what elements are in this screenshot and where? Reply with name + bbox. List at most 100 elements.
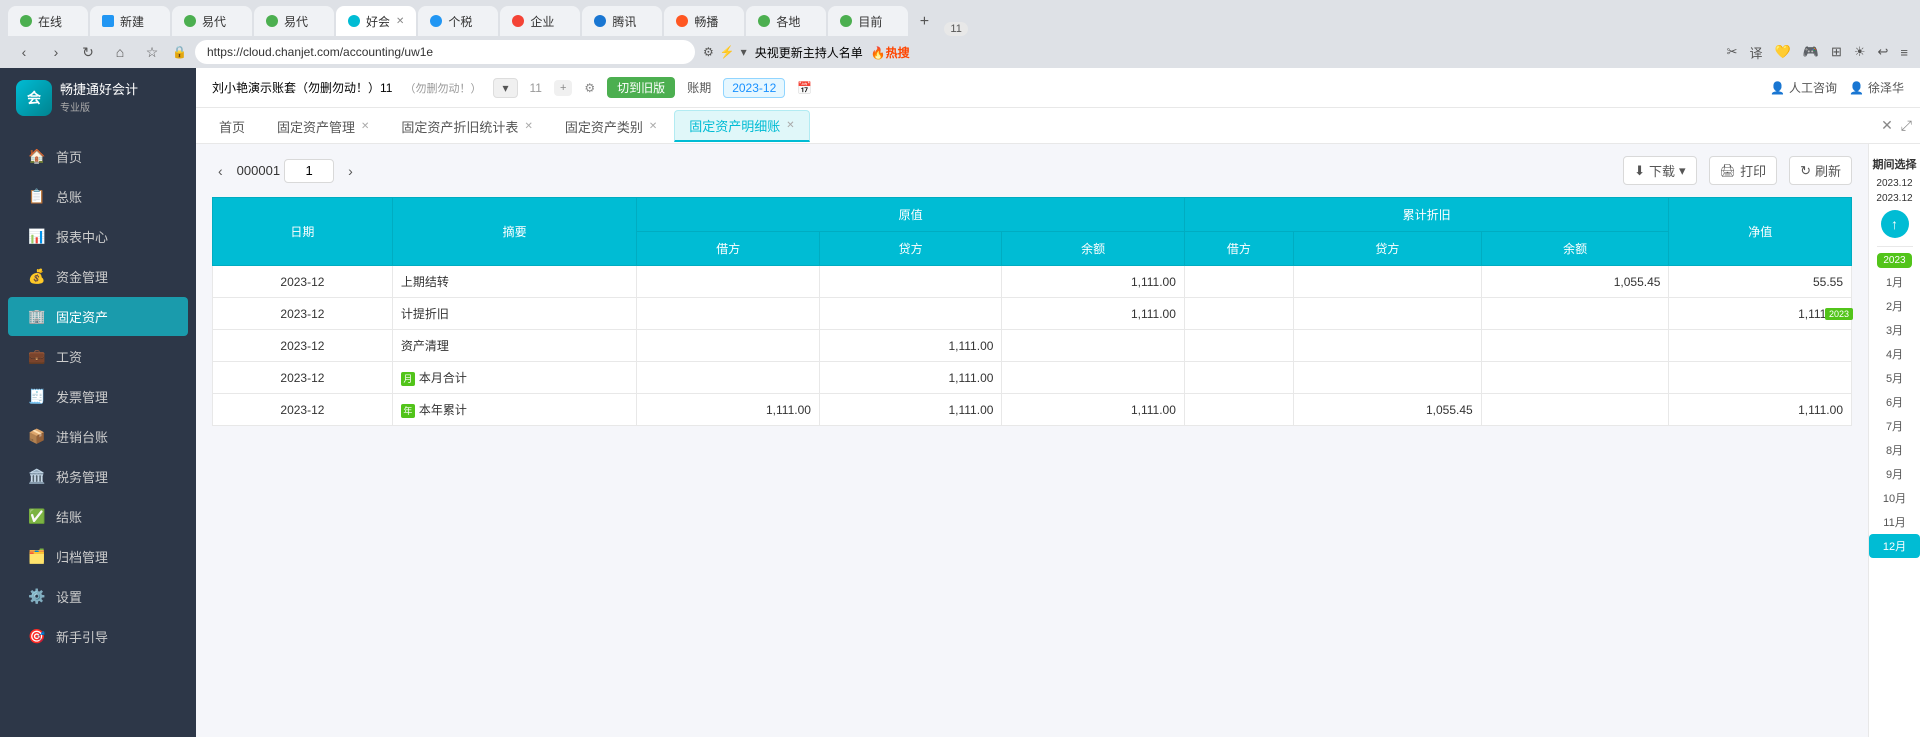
tab-fixed-category[interactable]: 固定资产类别 ✕ [550,110,672,142]
refresh-btn[interactable]: ↻ 刷新 [1789,156,1852,185]
download-btn[interactable]: ⬇ 下载 ▾ [1623,156,1696,185]
add-account-btn[interactable]: + [554,80,572,96]
browser-tab-changbo[interactable]: 畅播 [664,6,744,36]
period-end-date: 2023.12 [1874,191,1914,206]
grid-icon[interactable]: ⊞ [1831,44,1842,60]
table-row: 2023-12 资产清理 1,111.00 [213,330,1852,362]
top-bar: 刘小艳演示账套（勿删勿动！）11 （勿删勿动！） ▾ 11 + ⚙ 切到旧版 账… [196,68,1920,108]
undo-icon[interactable]: ↩ [1878,44,1889,60]
close-panel-icon[interactable]: ✕ [1881,117,1893,134]
period-month-2[interactable]: 2月 [1869,294,1920,318]
period-month-7[interactable]: 7月 [1869,414,1920,438]
game-icon[interactable]: 🎮 [1803,44,1819,60]
browser-tab-yidai2[interactable]: 易代 [254,6,334,36]
tab-fixed-mgmt[interactable]: 固定资产管理 ✕ [262,110,384,142]
cell-accum-balance [1481,362,1669,394]
browser-tab-qiye[interactable]: 企业 [500,6,580,36]
browser-tab-close-haohui[interactable]: ✕ [396,16,404,27]
ledger-icon: 📋 [28,188,46,206]
settings-small-icon[interactable]: ⚙ [584,81,595,95]
tab-fixed-detail[interactable]: 固定资产明细账 ✕ [674,110,809,142]
hot-search-label[interactable]: 🔥热搜 [871,44,910,61]
cell-orig-debit [637,362,819,394]
browser-tab-online[interactable]: 在线 [8,6,88,36]
translate-icon[interactable]: 译 [1750,43,1763,62]
page-num-input[interactable] [284,159,334,183]
calendar-icon[interactable]: 📅 [797,81,812,95]
report-icon: 📊 [28,228,46,246]
period-month-5[interactable]: 5月 [1869,366,1920,390]
period-month-9[interactable]: 9月 [1869,462,1920,486]
sidebar-item-settings[interactable]: ⚙️ 设置 [8,577,188,616]
forward-button[interactable]: › [44,40,68,64]
account-number-badge: 11 [530,81,542,95]
stock-icon: 📦 [28,428,46,446]
th-accumulated-depreciation: 累计折旧 [1184,198,1669,232]
payroll-icon: 💼 [28,348,46,366]
tab-fixed-depr-stat[interactable]: 固定资产折旧统计表 ✕ [386,110,547,142]
account-dropdown-btn[interactable]: ▾ [493,78,517,98]
sidebar-item-invoice[interactable]: 🧾 发票管理 [8,377,188,416]
sidebar-item-guide[interactable]: 🎯 新手引导 [8,617,188,656]
sidebar-item-home[interactable]: 🏠 首页 [8,137,188,176]
tab-fixed-detail-close[interactable]: ✕ [786,120,794,131]
browser-tab-haohui[interactable]: 好会 ✕ [336,6,416,36]
period-month-11[interactable]: 11月 [1869,510,1920,534]
browser-tab-tencent[interactable]: 腾讯 [582,6,662,36]
print-btn[interactable]: 🖨 打印 [1709,156,1778,185]
menu-icon[interactable]: ≡ [1900,45,1908,60]
tab-home[interactable]: 首页 [204,110,260,142]
browser-tab-geshui[interactable]: 个税 [418,6,498,36]
back-button[interactable]: ‹ [12,40,36,64]
user-button[interactable]: 👤 徐泽华 [1849,79,1904,96]
download-label: 下载 [1649,161,1675,180]
sidebar-item-archive[interactable]: 🗂️ 归档管理 [8,537,188,576]
scissors-icon[interactable]: ✂ [1727,44,1738,60]
reload-button[interactable]: ↻ [76,40,100,64]
wallet-icon[interactable]: 💛 [1775,44,1791,60]
expand-collapse-btns[interactable]: ✕ ⤢ [1881,117,1912,134]
browser-tab-new[interactable]: 新建 [90,6,170,36]
browser-tab-new-btn[interactable]: + [910,8,938,36]
period-month-12[interactable]: 12月 [1869,534,1920,558]
sidebar-item-stock-label: 进销台账 [56,427,108,446]
brightness-icon[interactable]: ☀ [1854,44,1866,60]
tab-fixed-category-close[interactable]: ✕ [649,121,657,132]
tab-fixed-category-label: 固定资产类别 [565,117,643,136]
sidebar-item-fixed[interactable]: 🏢 固定资产 [8,297,188,336]
browser-tab-yidai1[interactable]: 易代 [172,6,252,36]
period-value-badge[interactable]: 2023-12 [723,78,785,98]
sidebar-item-settings-label: 设置 [56,587,82,606]
sidebar-item-fund[interactable]: 💰 资金管理 [8,257,188,296]
home-button[interactable]: ⌂ [108,40,132,64]
sidebar-item-ledger[interactable]: 📋 总账 [8,177,188,216]
sidebar-item-tax[interactable]: 🏛️ 税务管理 [8,457,188,496]
expand-icon[interactable]: ⤢ [1901,117,1912,134]
main-panel: ‹ 000001 › ⬇ 下载 ▾ [196,144,1868,737]
prev-page-btn[interactable]: ‹ [212,161,229,181]
sidebar-item-stock[interactable]: 📦 进销台账 [8,417,188,456]
period-month-6[interactable]: 6月 [1869,390,1920,414]
switch-version-btn[interactable]: 切到旧版 [607,77,675,98]
tab-fixed-mgmt-close[interactable]: ✕ [361,121,369,132]
browser-extensions: ⚙⚡▾ [703,45,747,59]
period-month-8[interactable]: 8月 [1869,438,1920,462]
year-2023-badge[interactable]: 2023 [1877,253,1911,268]
tab-fixed-depr-stat-close[interactable]: ✕ [524,121,532,132]
period-month-10[interactable]: 10月 [1869,486,1920,510]
refresh-label: 刷新 [1815,161,1841,180]
browser-tab-gedi[interactable]: 各地 [746,6,826,36]
period-up-button[interactable]: ↑ [1881,210,1909,238]
service-button[interactable]: 👤 人工咨询 [1770,79,1837,96]
sidebar-item-settle[interactable]: ✅ 结账 [8,497,188,536]
next-page-btn[interactable]: › [342,161,359,181]
user-avatar-icon: 👤 [1849,81,1864,95]
browser-tab-muqian[interactable]: 目前 [828,6,908,36]
period-month-3[interactable]: 3月 [1869,318,1920,342]
address-input[interactable] [195,40,695,64]
period-month-1[interactable]: 1月 [1869,270,1920,294]
sidebar-item-report[interactable]: 📊 报表中心 [8,217,188,256]
sidebar-item-payroll[interactable]: 💼 工资 [8,337,188,376]
bookmark-button[interactable]: ☆ [140,40,164,64]
period-month-4[interactable]: 4月 [1869,342,1920,366]
